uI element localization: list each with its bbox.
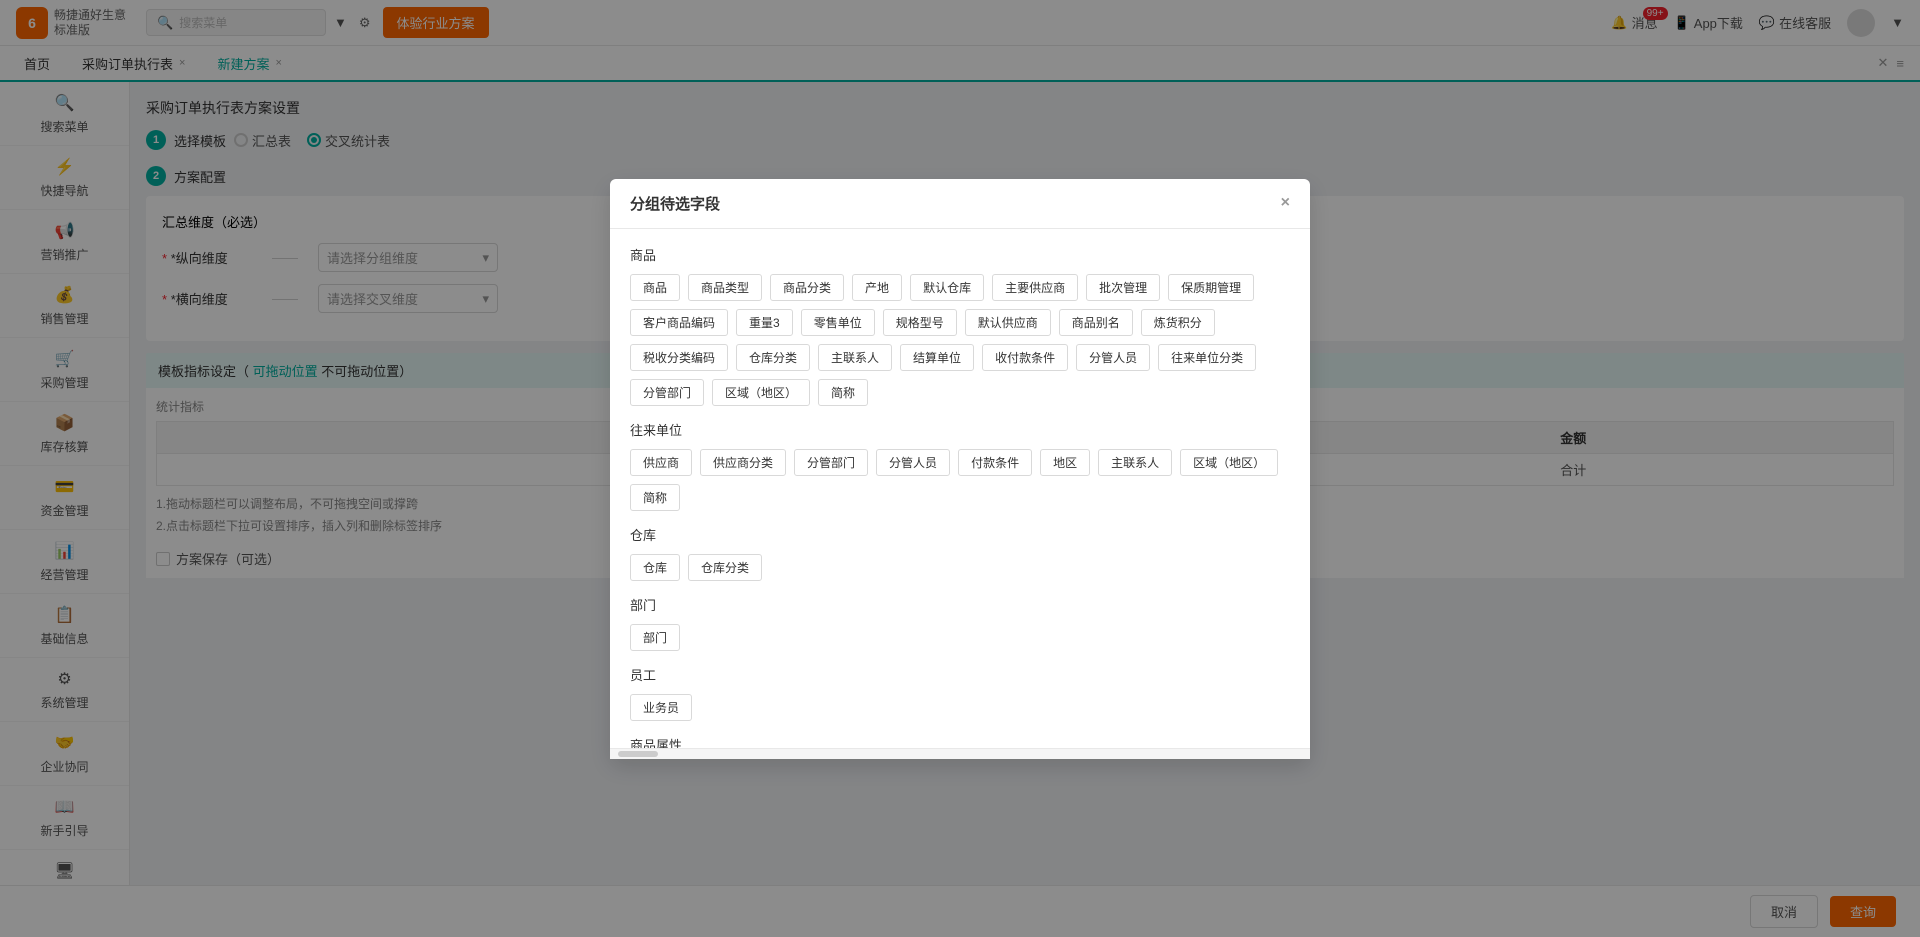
section-title-employee: 员工 [630, 665, 1290, 684]
modal-close-button[interactable]: × [1281, 194, 1290, 212]
field-tag-goods-18[interactable]: 结算单位 [900, 344, 974, 371]
modal-title: 分组待选字段 [630, 193, 720, 214]
hscroll-bar [618, 751, 658, 757]
field-tag-goods-22[interactable]: 分管部门 [630, 379, 704, 406]
field-tag-partner-2[interactable]: 分管部门 [794, 449, 868, 476]
field-tag-goods-9[interactable]: 重量3 [736, 309, 793, 336]
field-tag-partner-8[interactable]: 简称 [630, 484, 680, 511]
field-tag-goods-17[interactable]: 主联系人 [818, 344, 892, 371]
field-tag-partner-7[interactable]: 区域（地区） [1180, 449, 1278, 476]
modal-horizontal-scrollbar[interactable] [610, 748, 1310, 758]
field-tag-goods-5[interactable]: 主要供应商 [992, 274, 1078, 301]
field-tag-goods-11[interactable]: 规格型号 [883, 309, 957, 336]
field-tag-employee-0[interactable]: 业务员 [630, 694, 692, 721]
field-tag-goods-21[interactable]: 往来单位分类 [1158, 344, 1256, 371]
field-tag-goods-19[interactable]: 收付款条件 [982, 344, 1068, 371]
field-tag-warehouse-0[interactable]: 仓库 [630, 554, 680, 581]
field-tag-goods-15[interactable]: 税收分类编码 [630, 344, 728, 371]
field-tag-goods-13[interactable]: 商品别名 [1059, 309, 1133, 336]
field-tag-goods-8[interactable]: 客户商品编码 [630, 309, 728, 336]
field-tag-goods-1[interactable]: 商品类型 [688, 274, 762, 301]
field-tag-goods-3[interactable]: 产地 [852, 274, 902, 301]
section-title-goods: 商品 [630, 245, 1290, 264]
field-tag-partner-5[interactable]: 地区 [1040, 449, 1090, 476]
field-tags-employee: 业务员 [630, 694, 1290, 721]
field-tag-goods-2[interactable]: 商品分类 [770, 274, 844, 301]
field-tag-goods-4[interactable]: 默认仓库 [910, 274, 984, 301]
field-tags-goods: 商品 商品类型 商品分类 产地 默认仓库 主要供应商 批次管理 保质期管理 客户… [630, 274, 1290, 406]
field-tag-partner-6[interactable]: 主联系人 [1098, 449, 1172, 476]
field-tags-department: 部门 [630, 624, 1290, 651]
field-tag-partner-3[interactable]: 分管人员 [876, 449, 950, 476]
field-tag-department-0[interactable]: 部门 [630, 624, 680, 651]
section-title-department: 部门 [630, 595, 1290, 614]
field-select-modal: 分组待选字段 × 商品 商品 商品类型 商品分类 产地 默认仓库 主要供应商 批… [610, 179, 1310, 759]
field-tag-goods-24[interactable]: 简称 [818, 379, 868, 406]
field-tag-partner-1[interactable]: 供应商分类 [700, 449, 786, 476]
field-tag-goods-0[interactable]: 商品 [630, 274, 680, 301]
field-tag-goods-23[interactable]: 区域（地区） [712, 379, 810, 406]
field-tag-goods-16[interactable]: 仓库分类 [736, 344, 810, 371]
field-tag-partner-4[interactable]: 付款条件 [958, 449, 1032, 476]
field-tag-goods-7[interactable]: 保质期管理 [1168, 274, 1254, 301]
field-tag-goods-14[interactable]: 炼货积分 [1141, 309, 1215, 336]
field-tag-partner-0[interactable]: 供应商 [630, 449, 692, 476]
modal-header: 分组待选字段 × [610, 179, 1310, 229]
field-tags-warehouse: 仓库 仓库分类 [630, 554, 1290, 581]
field-tag-warehouse-1[interactable]: 仓库分类 [688, 554, 762, 581]
field-tag-goods-6[interactable]: 批次管理 [1086, 274, 1160, 301]
field-tag-goods-10[interactable]: 零售单位 [801, 309, 875, 336]
section-title-partner: 往来单位 [630, 420, 1290, 439]
field-tag-goods-12[interactable]: 默认供应商 [965, 309, 1051, 336]
section-title-warehouse: 仓库 [630, 525, 1290, 544]
modal-body: 商品 商品 商品类型 商品分类 产地 默认仓库 主要供应商 批次管理 保质期管理… [610, 229, 1310, 749]
section-title-product-attr: 商品属性 [630, 735, 1290, 749]
field-tags-partner: 供应商 供应商分类 分管部门 分管人员 付款条件 地区 主联系人 区域（地区） … [630, 449, 1290, 511]
field-tag-goods-20[interactable]: 分管人员 [1076, 344, 1150, 371]
